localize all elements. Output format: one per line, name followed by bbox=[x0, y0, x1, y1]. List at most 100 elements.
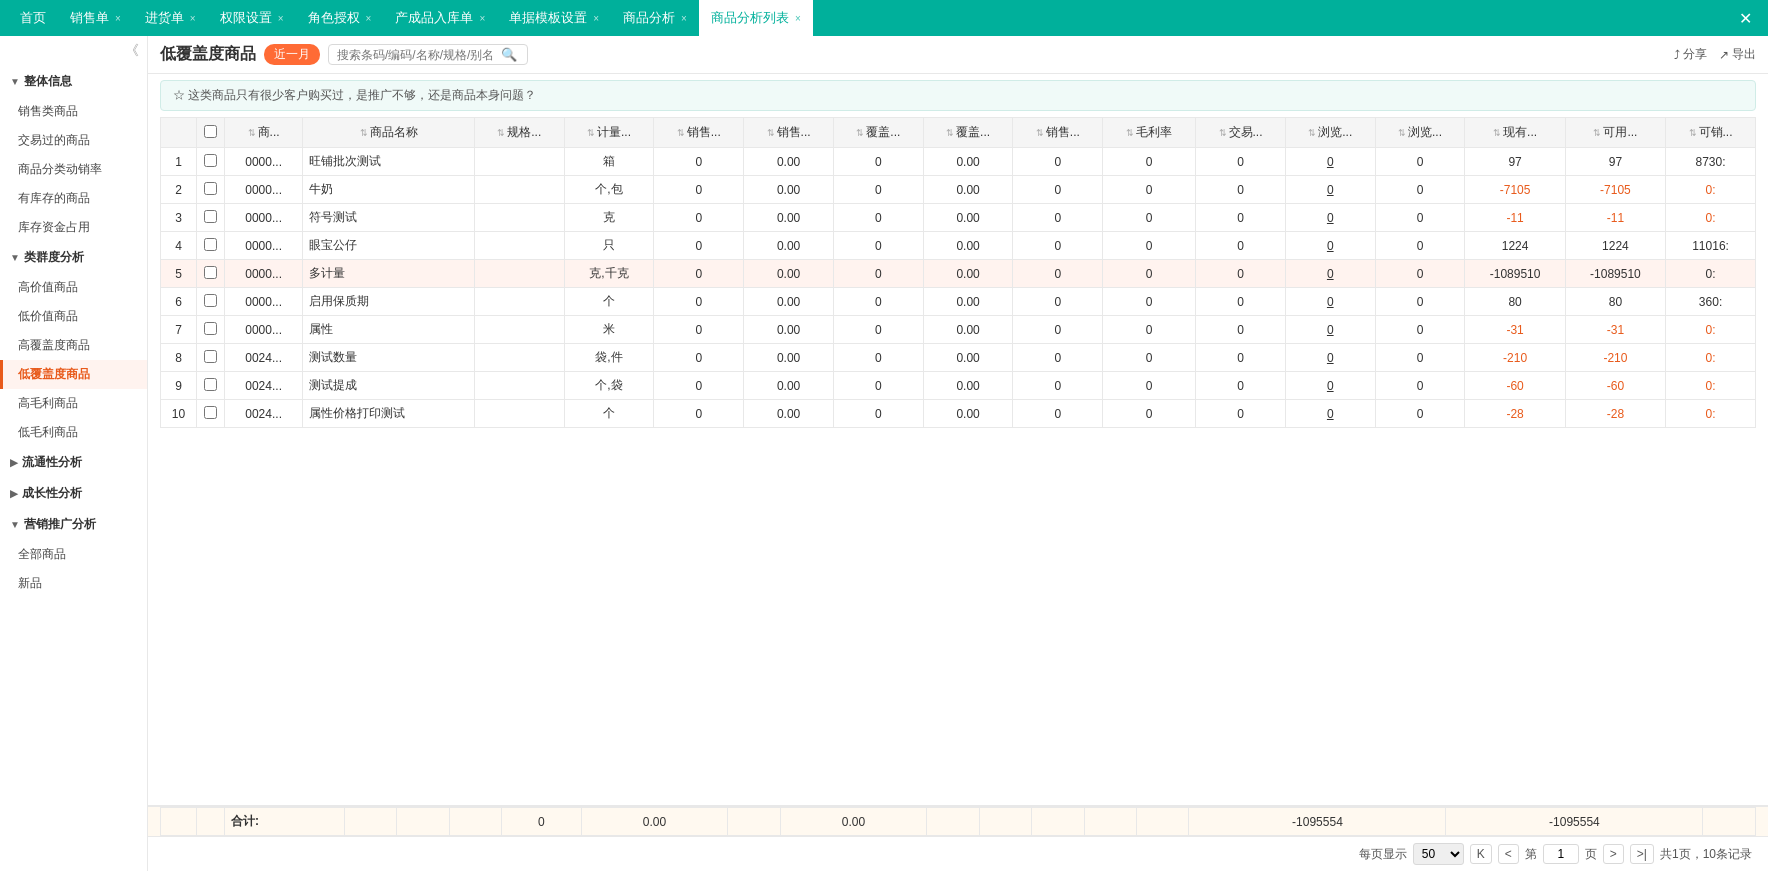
sidebar-item-high-coverage[interactable]: 高覆盖度商品 bbox=[0, 331, 147, 360]
row-checkbox[interactable] bbox=[204, 350, 217, 363]
nav-template-close[interactable]: × bbox=[593, 13, 599, 24]
cell-browse1[interactable]: 0 bbox=[1285, 232, 1375, 260]
sidebar-item-low-value[interactable]: 低价值商品 bbox=[0, 302, 147, 331]
th-spec[interactable]: ⇅规格... bbox=[474, 118, 564, 148]
cell-name[interactable]: 符号测试 bbox=[303, 204, 475, 232]
nav-template[interactable]: 单据模板设置 × bbox=[497, 0, 611, 36]
nav-roles-close[interactable]: × bbox=[366, 13, 372, 24]
cell-name[interactable]: 测试数量 bbox=[303, 344, 475, 372]
share-button[interactable]: ⤴ 分享 bbox=[1674, 46, 1707, 63]
cell-browse1[interactable]: 0 bbox=[1285, 372, 1375, 400]
sidebar-group-liquidity[interactable]: ▶ 流通性分析 bbox=[0, 447, 147, 478]
row-checkbox[interactable] bbox=[204, 182, 217, 195]
th-cov1[interactable]: ⇅覆盖... bbox=[833, 118, 923, 148]
row-checkbox[interactable] bbox=[204, 266, 217, 279]
cell-name[interactable]: 多计量 bbox=[303, 260, 475, 288]
th-current[interactable]: ⇅现有... bbox=[1465, 118, 1565, 148]
row-checkbox[interactable] bbox=[204, 378, 217, 391]
sidebar-item-traded-goods[interactable]: 交易过的商品 bbox=[0, 126, 147, 155]
nav-home[interactable]: 首页 bbox=[8, 0, 58, 36]
sidebar-group-growth[interactable]: ▶ 成长性分析 bbox=[0, 478, 147, 509]
nav-product-analysis-close[interactable]: × bbox=[681, 13, 687, 24]
th-sales-qty[interactable]: ⇅销售... bbox=[654, 118, 744, 148]
cell-name[interactable]: 启用保质期 bbox=[303, 288, 475, 316]
cell-spec bbox=[474, 260, 564, 288]
nav-purchase[interactable]: 进货单 × bbox=[133, 0, 208, 36]
window-close-button[interactable]: ✕ bbox=[1731, 9, 1760, 28]
sidebar-group-marketing[interactable]: ▼ 营销推广分析 bbox=[0, 509, 147, 540]
nav-roles[interactable]: 角色授权 × bbox=[296, 0, 384, 36]
th-sales-amt[interactable]: ⇅销售... bbox=[744, 118, 834, 148]
content-area: 低覆盖度商品 近一月 🔍 ⤴ 分享 ↗ 导出 ☆ 这类商品只有很少客户购买过，是… bbox=[148, 36, 1768, 871]
th-code[interactable]: ⇅商... bbox=[225, 118, 303, 148]
page-next-btn[interactable]: > bbox=[1603, 844, 1624, 864]
sidebar-item-all-goods[interactable]: 全部商品 bbox=[0, 540, 147, 569]
cell-sales-amt: 0.00 bbox=[744, 316, 834, 344]
th-sellable[interactable]: ⇅可销... bbox=[1666, 118, 1756, 148]
cell-cov1: 0 bbox=[833, 148, 923, 176]
sidebar-collapse-btn[interactable]: 《 bbox=[0, 36, 147, 66]
cell-name[interactable]: 属性 bbox=[303, 316, 475, 344]
row-checkbox[interactable] bbox=[204, 154, 217, 167]
cell-browse1[interactable]: 0 bbox=[1285, 176, 1375, 204]
sidebar-item-low-coverage[interactable]: 低覆盖度商品 bbox=[0, 360, 147, 389]
th-browse2[interactable]: ⇅浏览... bbox=[1375, 118, 1465, 148]
sidebar-item-category-sales-rate[interactable]: 商品分类动销率 bbox=[0, 155, 147, 184]
th-available[interactable]: ⇅可用... bbox=[1565, 118, 1665, 148]
row-checkbox[interactable] bbox=[204, 294, 217, 307]
cell-browse1[interactable]: 0 bbox=[1285, 204, 1375, 232]
row-checkbox[interactable] bbox=[204, 210, 217, 223]
page-last-btn[interactable]: >| bbox=[1630, 844, 1654, 864]
nav-product-analysis[interactable]: 商品分析 × bbox=[611, 0, 699, 36]
sidebar-item-high-value[interactable]: 高价值商品 bbox=[0, 273, 147, 302]
cell-browse1[interactable]: 0 bbox=[1285, 260, 1375, 288]
sidebar-item-inventory-capital[interactable]: 库存资金占用 bbox=[0, 213, 147, 242]
th-gross[interactable]: ⇅毛利率 bbox=[1103, 118, 1196, 148]
page-prev-btn[interactable]: < bbox=[1498, 844, 1519, 864]
cell-browse1[interactable]: 0 bbox=[1285, 148, 1375, 176]
nav-sales[interactable]: 销售单 × bbox=[58, 0, 133, 36]
cell-current: -60 bbox=[1465, 372, 1565, 400]
nav-product-analysis-list-close[interactable]: × bbox=[795, 13, 801, 24]
sidebar-group-cluster[interactable]: ▼ 类群度分析 bbox=[0, 242, 147, 273]
sidebar-group-overall[interactable]: ▼ 整体信息 bbox=[0, 66, 147, 97]
cell-name[interactable]: 旺铺批次测试 bbox=[303, 148, 475, 176]
th-name[interactable]: ⇅商品名称 bbox=[303, 118, 475, 148]
export-button[interactable]: ↗ 导出 bbox=[1719, 46, 1756, 63]
row-checkbox[interactable] bbox=[204, 406, 217, 419]
cell-name[interactable]: 牛奶 bbox=[303, 176, 475, 204]
period-button[interactable]: 近一月 bbox=[264, 44, 320, 65]
nav-permissions-close[interactable]: × bbox=[278, 13, 284, 24]
sidebar-item-sales-goods[interactable]: 销售类商品 bbox=[0, 97, 147, 126]
search-input[interactable] bbox=[337, 48, 497, 62]
nav-purchase-close[interactable]: × bbox=[190, 13, 196, 24]
nav-product-analysis-list[interactable]: 商品分析列表 × bbox=[699, 0, 813, 36]
th-browse1[interactable]: ⇅浏览... bbox=[1285, 118, 1375, 148]
cell-browse1[interactable]: 0 bbox=[1285, 344, 1375, 372]
sidebar-item-high-margin[interactable]: 高毛利商品 bbox=[0, 389, 147, 418]
th-trade[interactable]: ⇅交易... bbox=[1196, 118, 1286, 148]
cell-browse1[interactable]: 0 bbox=[1285, 316, 1375, 344]
per-page-select[interactable]: 50 10 20 100 bbox=[1413, 843, 1464, 865]
nav-production-close[interactable]: × bbox=[479, 13, 485, 24]
nav-production[interactable]: 产成品入库单 × bbox=[383, 0, 497, 36]
row-checkbox[interactable] bbox=[204, 238, 217, 251]
sidebar-item-low-margin[interactable]: 低毛利商品 bbox=[0, 418, 147, 447]
cell-browse1[interactable]: 0 bbox=[1285, 400, 1375, 428]
row-checkbox[interactable] bbox=[204, 322, 217, 335]
nav-sales-close[interactable]: × bbox=[115, 13, 121, 24]
cell-name[interactable]: 测试提成 bbox=[303, 372, 475, 400]
cell-browse1[interactable]: 0 bbox=[1285, 288, 1375, 316]
page-number-input[interactable] bbox=[1543, 844, 1579, 864]
sidebar-item-in-stock-goods[interactable]: 有库存的商品 bbox=[0, 184, 147, 213]
sidebar-item-new-goods[interactable]: 新品 bbox=[0, 569, 147, 598]
th-sales3[interactable]: ⇅销售... bbox=[1013, 118, 1103, 148]
nav-permissions[interactable]: 权限设置 × bbox=[208, 0, 296, 36]
search-icon[interactable]: 🔍 bbox=[501, 47, 517, 62]
select-all-checkbox[interactable] bbox=[204, 125, 217, 138]
page-first-btn[interactable]: K bbox=[1470, 844, 1492, 864]
cell-name[interactable]: 属性价格打印测试 bbox=[303, 400, 475, 428]
th-cov2[interactable]: ⇅覆盖... bbox=[923, 118, 1013, 148]
cell-name[interactable]: 眼宝公仔 bbox=[303, 232, 475, 260]
th-unit[interactable]: ⇅计量... bbox=[564, 118, 654, 148]
